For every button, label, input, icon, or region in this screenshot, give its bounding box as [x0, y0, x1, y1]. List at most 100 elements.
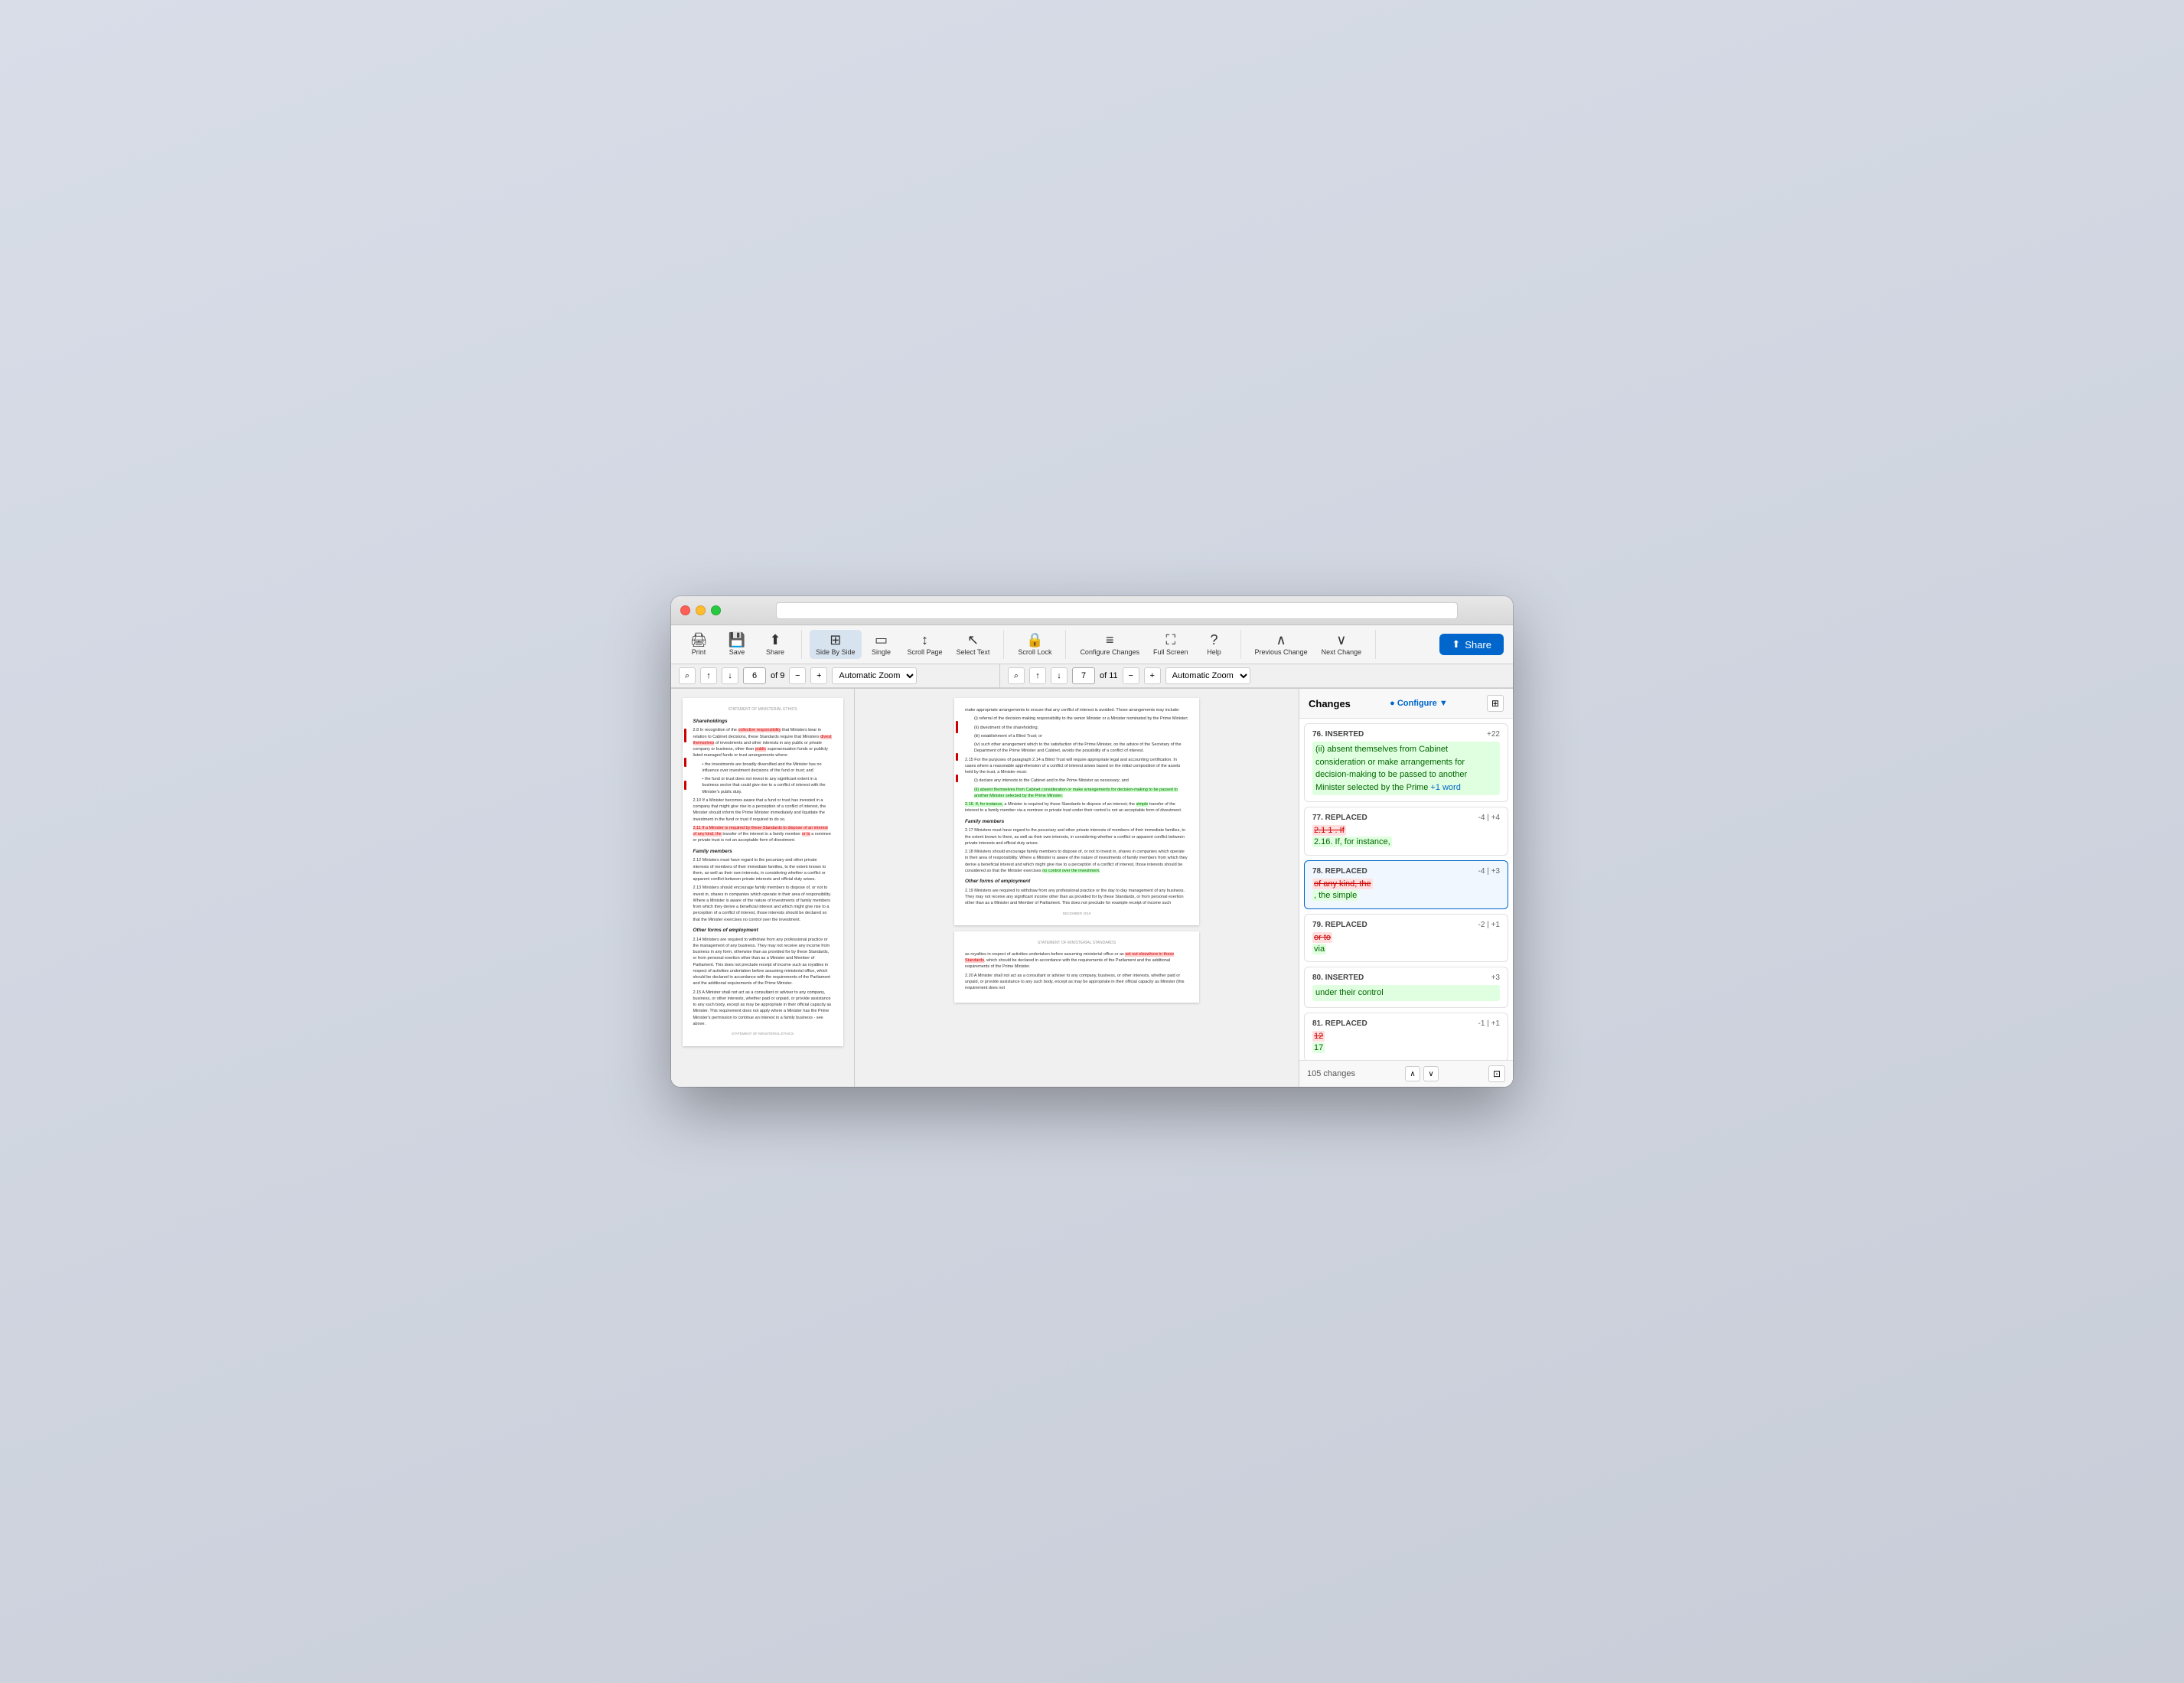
minimize-button[interactable]	[696, 605, 706, 615]
side-by-side-icon: ⊞	[830, 633, 841, 647]
left-search-button[interactable]: ⌕	[679, 667, 696, 684]
configure-icon: ≡	[1106, 633, 1114, 647]
right-page-up-button[interactable]: ↑	[1029, 667, 1046, 684]
right-para-royalties: as royalties in respect of activities un…	[965, 951, 1188, 970]
right-intro: make appropriate arrangements to ensure …	[965, 707, 1188, 713]
right-down-icon: ↓	[1057, 671, 1061, 680]
right-page-total: of 11	[1100, 671, 1118, 680]
change-bar-2	[684, 758, 686, 767]
left-zoom-out[interactable]: −	[789, 667, 806, 684]
print-icon: 🖨	[690, 633, 708, 647]
left-page-down-button[interactable]: ↓	[722, 667, 738, 684]
fullscreen-icon: ⛶	[1165, 633, 1175, 647]
maximize-button[interactable]	[711, 605, 721, 615]
left-zoom-select[interactable]: Automatic Zoom	[832, 667, 917, 684]
change-80-count: +3	[1491, 974, 1500, 982]
change-79-count: -2 | +1	[1478, 921, 1500, 929]
right-zoom-out[interactable]: −	[1123, 667, 1139, 684]
close-button[interactable]	[680, 605, 690, 615]
right-zoom-in[interactable]: +	[1144, 667, 1161, 684]
change-item-77[interactable]: 77. REPLACED -4 | +4 2.1 1 . If 2.16. If…	[1304, 807, 1508, 856]
configure-link[interactable]: ● Configure ▼	[1390, 699, 1448, 708]
right-doc-page-top: make appropriate arrangements to ensure …	[954, 698, 1199, 925]
left-bullet1: • the investments are broadly diversifie…	[702, 762, 833, 775]
right-change-bar-3	[956, 775, 958, 782]
right-page-header-bottom: STATEMENT OF MINISTERIAL STANDARDS	[965, 941, 1188, 947]
left-page-input[interactable]	[743, 667, 766, 684]
mac-window: 🖨 Print 💾 Save ⬆ Share ⊞ Side By Side ▭ …	[671, 596, 1513, 1087]
change-77-count: -4 | +4	[1478, 814, 1500, 822]
help-button[interactable]: ? Help	[1196, 630, 1233, 659]
title-bar	[671, 596, 1513, 625]
change-78-type: 78. REPLACED	[1312, 867, 1367, 876]
right-family-heading: Family members	[965, 818, 1188, 826]
change-76-header: 76. INSERTED +22	[1312, 730, 1500, 739]
left-para-211: 2.11 If a Minister is required by these …	[693, 825, 833, 844]
save-button[interactable]: 💾 Save	[719, 630, 755, 659]
traffic-lights	[680, 605, 721, 615]
left-zoom-in[interactable]: +	[810, 667, 827, 684]
change-77-type: 77. REPLACED	[1312, 814, 1367, 822]
right-para-220: 2.20 A Minister shall not act as a consu…	[965, 973, 1188, 992]
changes-next-button[interactable]: ∨	[1423, 1066, 1439, 1081]
change-81-content: 12 17	[1312, 1031, 1500, 1055]
change-79-ins: via	[1312, 944, 1326, 954]
url-bar[interactable]	[776, 602, 1458, 619]
help-icon: ?	[1211, 633, 1218, 647]
right-para-215: 2.15 For the purposes of paragraph 2.14 …	[965, 757, 1188, 776]
toolbar-group-lock: 🔒 Scroll Lock	[1012, 630, 1066, 659]
share-main-button[interactable]: ⬆ Share	[1439, 634, 1504, 655]
scroll-lock-button[interactable]: 🔒 Scroll Lock	[1012, 630, 1058, 659]
changes-nav-arrows: ∧ ∨	[1405, 1066, 1439, 1081]
change-bar-3	[684, 781, 686, 790]
change-item-76[interactable]: 76. INSERTED +22 (ii) absent themselves …	[1304, 723, 1508, 802]
right-page-input[interactable]	[1072, 667, 1095, 684]
left-para-28: 2.8 In recognition of the collective res…	[693, 727, 833, 758]
right-item-iii: (iii) establishment of a Blind Trust; or	[974, 733, 1188, 739]
select-text-button[interactable]: ↖ Select Text	[950, 630, 996, 659]
change-item-80[interactable]: 80. INSERTED +3 under their control	[1304, 967, 1508, 1008]
single-icon: ▭	[875, 633, 888, 647]
change-77-header: 77. REPLACED -4 | +4	[1312, 814, 1500, 822]
right-para-218: 2.18 Ministers should encourage family m…	[965, 849, 1188, 874]
changes-layout-button[interactable]: ⊞	[1487, 695, 1504, 712]
changes-prev-button[interactable]: ∧	[1405, 1066, 1420, 1081]
right-doc-toolbar: ⌕ ↑ ↓ of 11 − + Automatic Zoom	[1000, 664, 1513, 688]
scroll-page-button[interactable]: ↕ Scroll Page	[901, 630, 949, 659]
share-toolbar-button[interactable]: ⬆ Share	[757, 630, 794, 659]
left-page-up-button[interactable]: ↑	[700, 667, 717, 684]
change-item-78[interactable]: 78. REPLACED -4 | +3 of any kind, the , …	[1304, 860, 1508, 909]
print-button[interactable]: 🖨 Print	[680, 630, 717, 659]
main-content: STATEMENT OF MINISTERIAL ETHICS Sharehol…	[671, 689, 1513, 1087]
right-up-icon: ↑	[1035, 671, 1040, 680]
change-78-header: 78. REPLACED -4 | +3	[1312, 867, 1500, 876]
full-screen-button[interactable]: ⛶ Full Screen	[1147, 630, 1195, 659]
right-zoom-select[interactable]: Automatic Zoom	[1165, 667, 1250, 684]
change-79-content: or to via	[1312, 932, 1500, 956]
changes-expand-button[interactable]: ⊡	[1488, 1065, 1505, 1082]
change-78-count: -4 | +3	[1478, 867, 1500, 876]
select-text-icon: ↖	[967, 633, 979, 647]
previous-change-button[interactable]: ∧ Previous Change	[1249, 630, 1314, 659]
change-item-81[interactable]: 81. REPLACED -1 | +1 12 17	[1304, 1013, 1508, 1060]
change-item-79[interactable]: 79. REPLACED -2 | +1 or to via	[1304, 914, 1508, 963]
change-79-del: or to	[1312, 932, 1332, 943]
change-81-header: 81. REPLACED -1 | +1	[1312, 1019, 1500, 1028]
next-change-button[interactable]: ∨ Next Change	[1315, 630, 1368, 659]
search-icon: ⌕	[685, 671, 689, 681]
single-button[interactable]: ▭ Single	[863, 630, 900, 659]
right-item-215-i: (i) declare any interests to the Cabinet…	[974, 778, 1188, 784]
configure-changes-button[interactable]: ≡ Configure Changes	[1074, 630, 1146, 659]
right-search-button[interactable]: ⌕	[1008, 667, 1025, 684]
right-item-i: (i) referral of the decision making resp…	[974, 716, 1188, 722]
right-para-219: 2.19 Ministers are required to withdraw …	[965, 888, 1188, 907]
change-78-content: of any kind, the , the simple	[1312, 879, 1500, 902]
left-document-panel: STATEMENT OF MINISTERIAL ETHICS Sharehol…	[671, 689, 855, 1087]
side-by-side-button[interactable]: ⊞ Side By Side	[810, 630, 862, 659]
right-page-down-button[interactable]: ↓	[1051, 667, 1068, 684]
left-para-212: 2.12 Ministers must have regard to the p…	[693, 857, 833, 882]
left-para-215: 2.15 A Minister shall not act as a consu…	[693, 990, 833, 1028]
main-toolbar: 🖨 Print 💾 Save ⬆ Share ⊞ Side By Side ▭ …	[671, 625, 1513, 664]
change-77-content: 2.1 1 . If 2.16. If, for instance,	[1312, 825, 1500, 849]
down-arrow-icon: ↓	[728, 671, 732, 680]
